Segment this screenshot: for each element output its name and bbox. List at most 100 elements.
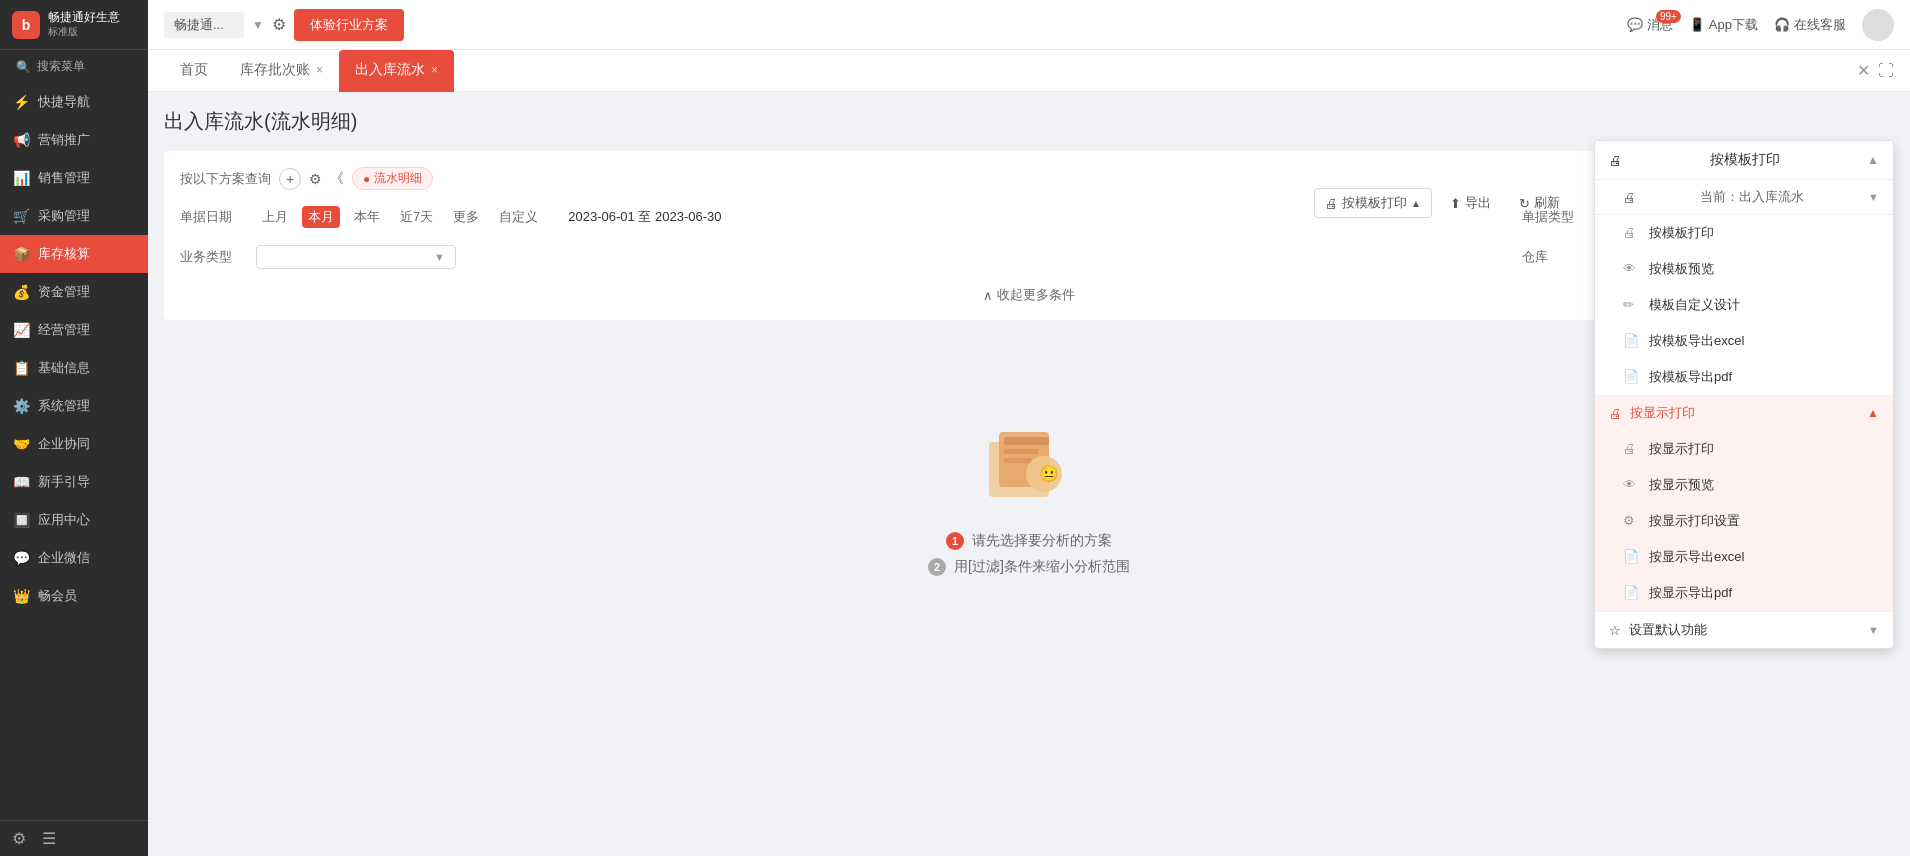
export-label: 导出 — [1465, 194, 1491, 212]
sidebar-menu-icon[interactable]: ☰ — [42, 829, 56, 848]
guide-icon: 📖 — [12, 473, 30, 491]
user-avatar[interactable] — [1862, 9, 1894, 41]
sidebar-item-finance[interactable]: 💰 资金管理 — [0, 273, 148, 311]
sidebar-item-system[interactable]: ⚙️ 系统管理 — [0, 387, 148, 425]
shortcut-last-month[interactable]: 上月 — [256, 206, 294, 228]
print-icon: 🖨 — [1325, 196, 1338, 211]
search-label: 搜索菜单 — [37, 58, 85, 75]
print-dropdown-collapse-icon[interactable]: ▲ — [1867, 153, 1879, 167]
collapse-button[interactable]: ∧ 收起更多条件 — [983, 286, 1075, 304]
tab-flow-close[interactable]: × — [431, 63, 438, 77]
display-preview-item[interactable]: 👁 按显示预览 — [1595, 467, 1893, 503]
print-template-custom-item[interactable]: ✏ 模板自定义设计 — [1595, 287, 1893, 323]
filter-settings-icon[interactable]: ⚙ — [309, 171, 322, 187]
trial-button[interactable]: 体验行业方案 — [294, 9, 404, 41]
sidebar-item-member[interactable]: 👑 畅会员 — [0, 577, 148, 615]
app-download-button[interactable]: 📱 App下载 — [1689, 16, 1758, 34]
warehouse-label: 仓库 — [1522, 248, 1582, 266]
print-dropdown-panel: 🖨 按模板打印 ▲ 🖨 当前：出入库流水 ▼ 🖨 按模板打印 👁 按模板预览 ✏… — [1594, 140, 1894, 649]
print-template-excel-item[interactable]: 📄 按模板导出excel — [1595, 323, 1893, 359]
shortcut-custom[interactable]: 自定义 — [493, 206, 544, 228]
date-filter-label: 单据日期 — [180, 208, 240, 226]
tab-batch-close[interactable]: × — [316, 63, 323, 77]
quick-nav-label: 快捷导航 — [38, 93, 90, 111]
display-print-item[interactable]: 🖨 按显示打印 — [1595, 431, 1893, 467]
top-action-bar: 🖨 按模板打印 ▲ ⬆ 导出 ↻ 刷新 — [1314, 188, 1570, 218]
print-label: 按模板打印 — [1342, 194, 1407, 212]
print-template-pdf-item[interactable]: 📄 按模板导出pdf — [1595, 359, 1893, 395]
display-export-excel-label: 按显示导出excel — [1649, 548, 1744, 566]
sidebar-item-inventory[interactable]: 📦 库存核算 — [0, 235, 148, 273]
filter-add-button[interactable]: + — [279, 168, 301, 190]
sidebar-item-marketing[interactable]: 📢 营销推广 — [0, 121, 148, 159]
username-display[interactable]: 畅捷通... — [164, 12, 244, 38]
filter-tag[interactable]: ● 流水明细 — [352, 167, 433, 190]
sidebar-item-sales[interactable]: 📊 销售管理 — [0, 159, 148, 197]
template-pdf-label: 按模板导出pdf — [1649, 368, 1732, 386]
sidebar-nav: ⚡ 快捷导航 📢 营销推广 📊 销售管理 🛒 采购管理 📦 库存核算 💰 资金管… — [0, 83, 148, 820]
collapse-up-icon: ∧ — [983, 288, 993, 303]
display-print-settings-item[interactable]: ⚙ 按显示打印设置 — [1595, 503, 1893, 539]
current-arrow-icon: ▼ — [1868, 191, 1879, 203]
sidebar-item-basic[interactable]: 📋 基础信息 — [0, 349, 148, 387]
print-template-preview-item[interactable]: 👁 按模板预览 — [1595, 251, 1893, 287]
sidebar-search[interactable]: 🔍 搜索菜单 — [0, 50, 148, 83]
topbar-right: 💬 消息 99+ 📱 App下载 🎧 在线客服 — [1627, 9, 1894, 41]
shortcut-more[interactable]: 更多 — [447, 206, 485, 228]
biz-type-select[interactable]: ▼ — [256, 245, 456, 269]
sidebar-item-guide[interactable]: 📖 新手引导 — [0, 463, 148, 501]
sidebar-item-enterprise[interactable]: 🤝 企业协同 — [0, 425, 148, 463]
current-icon: 🖨 — [1623, 190, 1636, 205]
user-dropdown-icon[interactable]: ▼ — [252, 18, 264, 32]
tab-home[interactable]: 首页 — [164, 50, 224, 92]
step2-num: 2 — [928, 558, 946, 576]
app-center-label: 应用中心 — [38, 511, 90, 529]
finance-icon: 💰 — [12, 283, 30, 301]
display-export-excel-item[interactable]: 📄 按显示导出excel — [1595, 539, 1893, 575]
enterprise-label: 企业协同 — [38, 435, 90, 453]
empty-step-1: 1 请先选择要分析的方案 — [946, 532, 1112, 550]
display-export-pdf-item[interactable]: 📄 按显示导出pdf — [1595, 575, 1893, 611]
sidebar-settings-icon[interactable]: ⚙ — [12, 829, 26, 848]
print-template-button[interactable]: 🖨 按模板打印 ▲ — [1314, 188, 1432, 218]
filter-collapse-icon[interactable]: 《 — [330, 170, 344, 188]
sidebar-item-purchase[interactable]: 🛒 采购管理 — [0, 197, 148, 235]
refresh-label: 刷新 — [1534, 194, 1560, 212]
biz-type-label: 业务类型 — [180, 248, 240, 266]
sidebar-item-operations[interactable]: 📈 经营管理 — [0, 311, 148, 349]
app-download-label: App下载 — [1709, 16, 1758, 34]
sidebar-item-wechat[interactable]: 💬 企业微信 — [0, 539, 148, 577]
shortcut-7days[interactable]: 近7天 — [394, 206, 439, 228]
export-button[interactable]: ⬆ 导出 — [1440, 189, 1501, 217]
online-service-button[interactable]: 🎧 在线客服 — [1774, 16, 1846, 34]
empty-illustration: 😐 — [969, 412, 1089, 512]
app-logo-icon: b — [12, 11, 40, 39]
display-print-header-icon: 🖨 — [1609, 406, 1622, 421]
set-default-item[interactable]: ☆ 设置默认功能 ▼ — [1595, 611, 1893, 648]
window-expand-icon[interactable]: ⛶ — [1878, 62, 1894, 80]
tab-batch[interactable]: 库存批次账 × — [224, 50, 339, 92]
sidebar-logo: b 畅捷通好生意 标准版 — [0, 0, 148, 50]
print-template-print-item[interactable]: 🖨 按模板打印 — [1595, 215, 1893, 251]
display-print-section-header[interactable]: 🖨 按显示打印 ▲ — [1595, 395, 1893, 431]
tab-flow[interactable]: 出入库流水 × — [339, 50, 454, 92]
topbar-settings-icon[interactable]: ⚙ — [272, 15, 286, 34]
marketing-label: 营销推广 — [38, 131, 90, 149]
tab-flow-label: 出入库流水 — [355, 61, 425, 79]
member-icon: 👑 — [12, 587, 30, 605]
refresh-button[interactable]: ↻ 刷新 — [1509, 189, 1570, 217]
search-icon: 🔍 — [16, 60, 31, 74]
window-controls: ✕ ⛶ — [1857, 61, 1894, 80]
wechat-label: 企业微信 — [38, 549, 90, 567]
window-close-icon[interactable]: ✕ — [1857, 61, 1870, 80]
display-section-arrow-icon: ▲ — [1867, 406, 1879, 420]
empty-step-2: 2 用[过滤]条件来缩小分析范围 — [928, 558, 1130, 576]
set-default-label: 设置默认功能 — [1629, 621, 1707, 639]
shortcut-this-year[interactable]: 本年 — [348, 206, 386, 228]
print-arrow-up-icon: ▲ — [1411, 198, 1421, 209]
display-section-label: 按显示打印 — [1630, 404, 1695, 422]
sidebar-item-app-center[interactable]: 🔲 应用中心 — [0, 501, 148, 539]
messages-button[interactable]: 💬 消息 99+ — [1627, 16, 1673, 34]
shortcut-this-month[interactable]: 本月 — [302, 206, 340, 228]
sidebar-item-quick-nav[interactable]: ⚡ 快捷导航 — [0, 83, 148, 121]
